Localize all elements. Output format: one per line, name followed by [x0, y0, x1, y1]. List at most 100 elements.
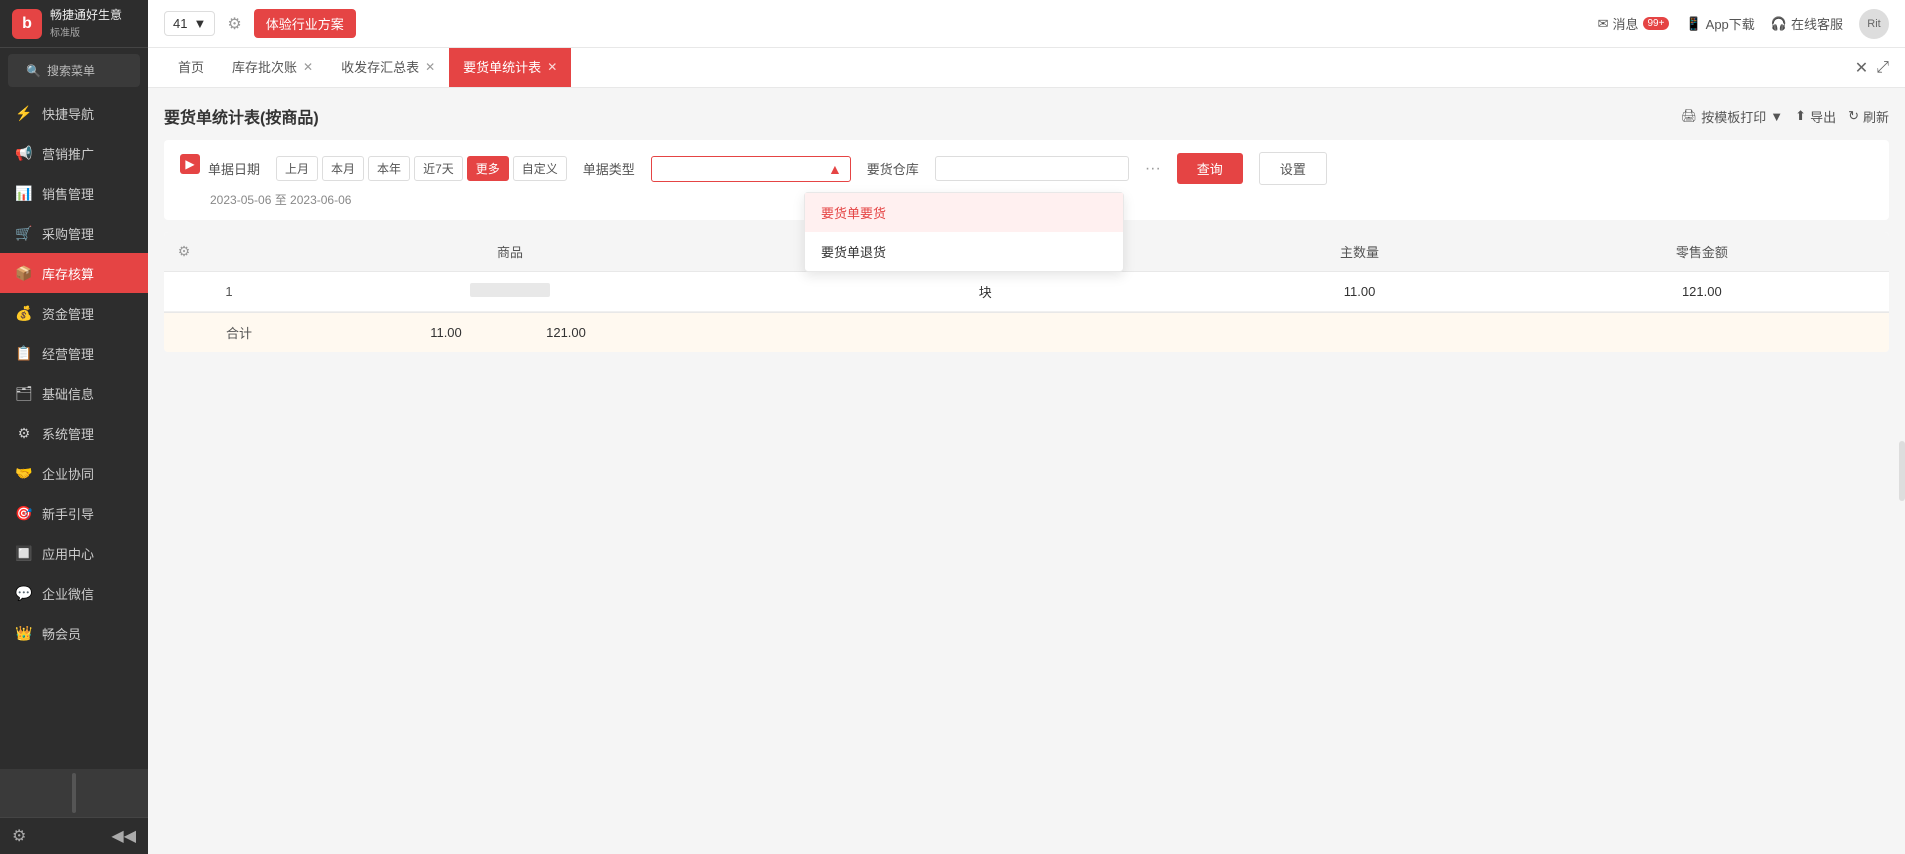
sidebar-item-label: 快捷导航: [42, 104, 94, 123]
sidebar-item-appstore[interactable]: 🔲 应用中心: [0, 533, 148, 573]
date-btn-more[interactable]: 更多: [467, 156, 509, 181]
column-settings-icon[interactable]: ⚙: [178, 243, 191, 259]
date-btn-this-year[interactable]: 本年: [368, 156, 410, 181]
print-template-btn[interactable]: 🖨 按模板打印 ▼: [1681, 107, 1783, 126]
tab-end-actions: ✕ ⤢: [1855, 48, 1889, 87]
sidebar-item-basic[interactable]: 🗂 基础信息: [0, 373, 148, 413]
sidebar-item-vip[interactable]: 👑 畅会员: [0, 613, 148, 653]
tab-batch-account-close[interactable]: ✕: [303, 60, 313, 74]
type-filter-select[interactable]: ▲: [651, 156, 851, 182]
page-content: 要货单统计表(按商品) 🖨 按模板打印 ▼ ⬆ 导出 ↻ 刷新: [148, 88, 1905, 854]
filter-panel: ▶ 单据日期 上月 本月 本年 近7天 更多 自定义 单据类型: [164, 140, 1889, 220]
main-area: 41 ▼ ⚙ 体验行业方案 ✉ 消息 99+ 📱 App下载 🎧 在线客服 Ri…: [148, 0, 1905, 854]
refresh-btn[interactable]: ↻ 刷新: [1848, 107, 1889, 126]
tab-recv-summary[interactable]: 收发存汇总表 ✕: [327, 48, 449, 87]
date-btn-last-month[interactable]: 上月: [276, 156, 318, 181]
sidebar-item-inventory[interactable]: 📦 库存核算: [0, 253, 148, 293]
tab-order-stats-close[interactable]: ✕: [547, 60, 557, 74]
date-btn-last-7-days[interactable]: 近7天: [414, 156, 463, 181]
trial-btn[interactable]: 体验行业方案: [254, 9, 356, 38]
dropdown-item-2[interactable]: 要货单退货: [805, 232, 1123, 271]
dropdown-item-1[interactable]: 要货单要货: [805, 193, 1123, 232]
export-icon: ⬆: [1795, 108, 1806, 124]
sidebar-item-purchase[interactable]: 🛒 采购管理: [0, 213, 148, 253]
td-index: 1: [204, 272, 254, 312]
sidebar-item-label: 基础信息: [42, 384, 94, 403]
sidebar-item-label: 销售管理: [42, 184, 94, 203]
refresh-label: 刷新: [1863, 107, 1889, 126]
filter-row: 单据日期 上月 本月 本年 近7天 更多 自定义 单据类型 ▲: [208, 152, 1873, 185]
date-btn-this-month[interactable]: 本月: [322, 156, 364, 181]
inventory-icon: 📦: [14, 263, 34, 283]
tab-home[interactable]: 首页: [164, 48, 218, 87]
online-service-btn[interactable]: 🎧 在线客服: [1771, 14, 1843, 33]
th-settings: ⚙: [164, 232, 204, 272]
messages-label: 消息: [1612, 14, 1638, 33]
table-row: 1 块 11.00 121.00: [164, 272, 1889, 312]
app-download-label: App下载: [1706, 14, 1755, 33]
avatar[interactable]: Rit: [1859, 9, 1889, 39]
sidebar-item-enterprise[interactable]: 🤝 企业协同: [0, 453, 148, 493]
filter-more-icon[interactable]: ···: [1145, 160, 1161, 178]
warehouse-filter-input[interactable]: [935, 156, 1129, 181]
footer-total-label: 合计: [176, 323, 386, 342]
sidebar-item-marketing[interactable]: 📢 营销推广: [0, 133, 148, 173]
system-icon: ⚙: [14, 423, 34, 443]
refresh-icon: ↻: [1848, 108, 1859, 124]
date-btn-custom[interactable]: 自定义: [513, 156, 567, 181]
sidebar-footer: ⚙ ◀◀: [0, 817, 148, 854]
messages-btn[interactable]: ✉ 消息 99+: [1598, 14, 1670, 33]
close-all-tabs-btn[interactable]: ✕: [1855, 58, 1868, 78]
tab-batch-account[interactable]: 库存批次账 ✕: [218, 48, 327, 87]
td-amount: 121.00: [1515, 272, 1889, 312]
export-btn[interactable]: ⬆ 导出: [1795, 107, 1836, 126]
sidebar-item-system[interactable]: ⚙ 系统管理: [0, 413, 148, 453]
sidebar-item-finance[interactable]: 💰 资金管理: [0, 293, 148, 333]
th-amount: 零售金额: [1515, 232, 1889, 272]
print-icon: 🖨: [1681, 108, 1698, 124]
expand-tabs-btn[interactable]: ⤢: [1876, 59, 1889, 77]
search-menu-btn[interactable]: 🔍 搜索菜单: [8, 54, 140, 87]
tab-order-stats[interactable]: 要货单统计表 ✕: [449, 48, 571, 87]
sidebar-item-sales[interactable]: 📊 销售管理: [0, 173, 148, 213]
search-menu-label: 搜索菜单: [47, 62, 95, 79]
collapse-sidebar-btn[interactable]: ◀◀: [111, 826, 136, 846]
logo-letter: b: [22, 15, 32, 33]
sidebar-item-label: 企业协同: [42, 464, 94, 483]
operation-icon: 📋: [14, 343, 34, 363]
page-title: 要货单统计表(按商品): [164, 104, 319, 128]
topbar-settings-icon[interactable]: ⚙: [227, 14, 241, 34]
purchase-icon: 🛒: [14, 223, 34, 243]
sidebar-scrollbar: [72, 773, 76, 813]
service-icon: 🎧: [1771, 16, 1787, 32]
date-range-text: 2023-05-06 至 2023-06-06: [210, 193, 351, 207]
topbar: 41 ▼ ⚙ 体验行业方案 ✉ 消息 99+ 📱 App下载 🎧 在线客服 Ri…: [148, 0, 1905, 48]
sidebar-item-quick-nav[interactable]: ⚡ 快捷导航: [0, 93, 148, 133]
topbar-left: 41 ▼ ⚙ 体验行业方案: [164, 9, 356, 38]
sales-icon: 📊: [14, 183, 34, 203]
store-selector[interactable]: 41 ▼: [164, 11, 215, 36]
td-product: [254, 272, 766, 312]
sidebar: b 畅捷通好生意 标准版 🔍 搜索菜单 ⚡ 快捷导航 📢 营销推广 📊 销售管理…: [0, 0, 148, 854]
filter-settings-btn[interactable]: 设置: [1259, 152, 1327, 185]
export-label: 导出: [1810, 107, 1836, 126]
sidebar-logo: b 畅捷通好生意 标准版: [0, 0, 148, 48]
tab-recv-summary-close[interactable]: ✕: [425, 60, 435, 74]
sidebar-item-label: 采购管理: [42, 224, 94, 243]
sidebar-item-operation[interactable]: 📋 经营管理: [0, 333, 148, 373]
settings-footer-icon[interactable]: ⚙: [12, 826, 26, 846]
page-header: 要货单统计表(按商品) 🖨 按模板打印 ▼ ⬆ 导出 ↻ 刷新: [164, 104, 1889, 128]
app-download-btn[interactable]: 📱 App下载: [1685, 14, 1754, 33]
query-btn[interactable]: 查询: [1177, 153, 1243, 184]
store-name: 41: [173, 16, 187, 31]
right-scrollbar[interactable]: [1899, 441, 1905, 501]
finance-icon: 💰: [14, 303, 34, 323]
sidebar-scroll-down[interactable]: [0, 769, 148, 817]
filter-toggle-btn[interactable]: ▶: [180, 154, 200, 174]
print-label: 按模板打印: [1701, 107, 1766, 126]
message-icon: ✉: [1598, 16, 1609, 32]
sidebar-item-wechat[interactable]: 💬 企业微信: [0, 573, 148, 613]
tab-order-stats-label: 要货单统计表: [463, 57, 541, 76]
tab-batch-account-label: 库存批次账: [232, 57, 297, 76]
sidebar-item-guide[interactable]: 🎯 新手引导: [0, 493, 148, 533]
